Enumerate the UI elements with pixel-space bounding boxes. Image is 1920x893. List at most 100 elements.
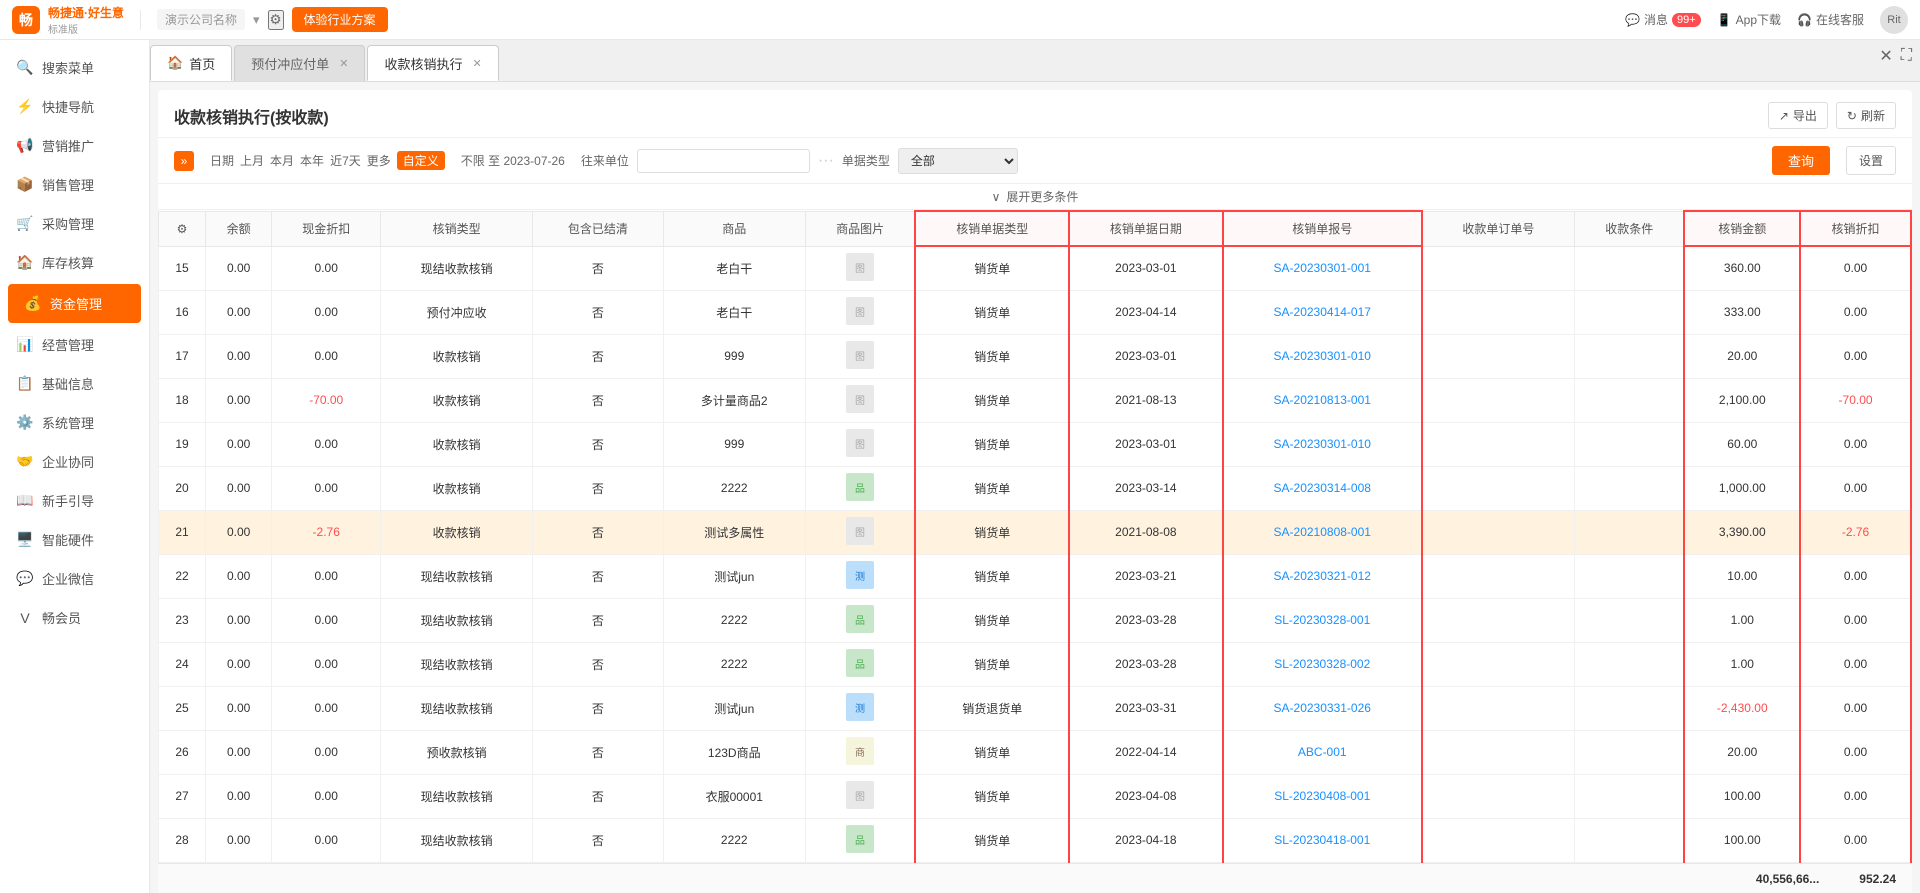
- sidebar-icon-3: 📦: [16, 176, 34, 193]
- cell-bill-report-no[interactable]: SA-20230301-010: [1223, 422, 1422, 466]
- query-btn[interactable]: 查询: [1772, 146, 1830, 175]
- tab-prepay[interactable]: 预付冲应付单 ✕: [234, 45, 365, 81]
- bill-no-link[interactable]: SA-20230301-010: [1274, 349, 1371, 363]
- cell-bill-report-no[interactable]: SA-20230301-001: [1223, 246, 1422, 290]
- date-this-year[interactable]: 本年: [300, 152, 324, 169]
- user-avatar[interactable]: Rit: [1880, 6, 1908, 34]
- date-more[interactable]: 更多: [367, 152, 391, 169]
- sidebar-item-9[interactable]: ⚙️系统管理: [0, 403, 149, 442]
- date-this-month[interactable]: 本月: [270, 152, 294, 169]
- table-row[interactable]: 25 0.00 0.00 现结收款核销 否 测试jun 测 销货退货单 2023…: [159, 686, 1912, 730]
- cell-bill-report-no[interactable]: SA-20210813-001: [1223, 378, 1422, 422]
- settings-gear-icon[interactable]: ⚙: [268, 10, 284, 30]
- table-row[interactable]: 15 0.00 0.00 现结收款核销 否 老白干 图 销货单 2023-03-…: [159, 246, 1912, 290]
- cell-bill-report-date: 2021-08-08: [1069, 510, 1223, 554]
- bill-no-link[interactable]: SA-20230321-012: [1274, 569, 1371, 583]
- filter-dots[interactable]: ···: [818, 152, 834, 170]
- table-row[interactable]: 17 0.00 0.00 收款核销 否 999 图 销货单 2023-03-01…: [159, 334, 1912, 378]
- maximize-btn[interactable]: ⛶: [1901, 46, 1912, 66]
- expand-more-conditions[interactable]: ∨ 展开更多条件: [158, 184, 1912, 210]
- sidebar-item-7[interactable]: 📊经营管理: [0, 325, 149, 364]
- cell-bill-report-no[interactable]: SA-20230331-026: [1223, 686, 1422, 730]
- date-7days[interactable]: 近7天: [330, 152, 361, 169]
- table-row[interactable]: 16 0.00 0.00 预付冲应收 否 老白干 图 销货单 2023-04-1…: [159, 290, 1912, 334]
- bill-no-link[interactable]: SL-20230408-001: [1274, 789, 1370, 803]
- header-row: ⚙ 余额 现金折扣 核销类型 包含已结清 商品 商品图片 核销单据类型 核销单据…: [159, 211, 1912, 246]
- tab-prepay-close[interactable]: ✕: [339, 57, 348, 70]
- bill-no-link[interactable]: SA-20210808-001: [1274, 525, 1371, 539]
- table-row[interactable]: 24 0.00 0.00 现结收款核销 否 2222 品 销货单 2023-03…: [159, 642, 1912, 686]
- table-row[interactable]: 27 0.00 0.00 现结收款核销 否 衣服00001 图 销货单 2023…: [159, 774, 1912, 818]
- table-row[interactable]: 26 0.00 0.00 预收款核销 否 123D商品 商 销货单 2022-0…: [159, 730, 1912, 774]
- table-row[interactable]: 22 0.00 0.00 现结收款核销 否 测试jun 测 销货单 2023-0…: [159, 554, 1912, 598]
- partner-input[interactable]: [637, 149, 810, 173]
- sidebar-item-10[interactable]: 🤝企业协同: [0, 442, 149, 481]
- sidebar-item-14[interactable]: V畅会员: [0, 598, 149, 637]
- export-btn[interactable]: ↗ 导出: [1768, 102, 1828, 129]
- sidebar-item-4[interactable]: 🛒采购管理: [0, 204, 149, 243]
- bill-no-link[interactable]: SA-20230331-026: [1274, 701, 1371, 715]
- bill-no-link[interactable]: SL-20230328-002: [1274, 657, 1370, 671]
- filter-expand-btn[interactable]: »: [174, 151, 194, 171]
- trial-btn[interactable]: 体验行业方案: [292, 7, 388, 32]
- sidebar-item-6[interactable]: 💰资金管理: [8, 284, 141, 323]
- cell-bill-report-no[interactable]: SL-20230418-001: [1223, 818, 1422, 862]
- cell-bill-report-no[interactable]: SA-20230301-010: [1223, 334, 1422, 378]
- col-gear[interactable]: ⚙: [159, 211, 206, 246]
- sidebar-item-11[interactable]: 📖新手引导: [0, 481, 149, 520]
- cell-goods-image: 品: [805, 466, 915, 510]
- sidebar-item-12[interactable]: 🖥️智能硬件: [0, 520, 149, 559]
- sidebar-item-8[interactable]: 📋基础信息: [0, 364, 149, 403]
- sidebar-item-2[interactable]: 📢营销推广: [0, 126, 149, 165]
- date-last-month[interactable]: 上月: [240, 152, 264, 169]
- bill-no-link[interactable]: SA-20210813-001: [1274, 393, 1371, 407]
- sidebar-item-3[interactable]: 📦销售管理: [0, 165, 149, 204]
- cell-bill-report-no[interactable]: SA-20210808-001: [1223, 510, 1422, 554]
- cell-bill-report-no[interactable]: SL-20230328-002: [1223, 642, 1422, 686]
- table-row[interactable]: 20 0.00 0.00 收款核销 否 2222 品 销货单 2023-03-1…: [159, 466, 1912, 510]
- table-row[interactable]: 19 0.00 0.00 收款核销 否 999 图 销货单 2023-03-01…: [159, 422, 1912, 466]
- cell-goods-image: 测: [805, 686, 915, 730]
- tab-writeoff[interactable]: 收款核销执行 ✕: [367, 45, 498, 81]
- table-row[interactable]: 28 0.00 0.00 现结收款核销 否 2222 品 销货单 2023-04…: [159, 818, 1912, 862]
- cell-bill-report-no[interactable]: SA-20230321-012: [1223, 554, 1422, 598]
- message-btn[interactable]: 💬 消息 99+: [1625, 11, 1701, 28]
- bill-no-link[interactable]: ABC-001: [1298, 745, 1347, 759]
- app-logo-icon: 畅: [12, 6, 40, 34]
- table-row[interactable]: 23 0.00 0.00 现结收款核销 否 2222 品 销货单 2023-03…: [159, 598, 1912, 642]
- online-service-btn[interactable]: 🎧 在线客服: [1797, 11, 1864, 28]
- bill-no-link[interactable]: SL-20230328-001: [1274, 613, 1370, 627]
- filter-settings-btn[interactable]: 设置: [1846, 146, 1896, 175]
- bill-no-link[interactable]: SA-20230301-001: [1274, 261, 1371, 275]
- tab-writeoff-close[interactable]: ✕: [472, 57, 481, 70]
- cell-bill-report-no[interactable]: SA-20230414-017: [1223, 290, 1422, 334]
- sidebar-item-5[interactable]: 🏠库存核算: [0, 243, 149, 282]
- bill-type-select[interactable]: 全部: [898, 148, 1018, 174]
- bill-no-link[interactable]: SA-20230414-017: [1274, 305, 1371, 319]
- sidebar-item-13[interactable]: 💬企业微信: [0, 559, 149, 598]
- cell-bill-report-no[interactable]: SA-20230314-008: [1223, 466, 1422, 510]
- dropdown-icon[interactable]: ▾: [253, 12, 260, 28]
- cell-receipt-order-no: [1422, 290, 1575, 334]
- table-header: ⚙ 余额 现金折扣 核销类型 包含已结清 商品 商品图片 核销单据类型 核销单据…: [159, 211, 1912, 246]
- sidebar-item-0[interactable]: 🔍搜索菜单: [0, 48, 149, 87]
- cell-writeoff-type: 现结收款核销: [381, 554, 533, 598]
- cell-bill-report-date: 2023-03-28: [1069, 642, 1223, 686]
- bill-no-link[interactable]: SL-20230418-001: [1274, 833, 1370, 847]
- table-row[interactable]: 18 0.00 -70.00 收款核销 否 多计量商品2 图 销货单 2021-…: [159, 378, 1912, 422]
- sidebar-item-1[interactable]: ⚡快捷导航: [0, 87, 149, 126]
- close-tab-btn[interactable]: ✕: [1879, 46, 1892, 66]
- cell-bill-report-no[interactable]: SL-20230328-001: [1223, 598, 1422, 642]
- bill-no-link[interactable]: SA-20230301-010: [1274, 437, 1371, 451]
- sidebar-items: 🔍搜索菜单⚡快捷导航📢营销推广📦销售管理🛒采购管理🏠库存核算💰资金管理📊经营管理…: [0, 48, 149, 637]
- app-download-btn[interactable]: 📱 App下载: [1717, 11, 1781, 28]
- home-icon: 🏠: [167, 55, 183, 71]
- tab-home[interactable]: 🏠 首页: [150, 45, 232, 81]
- date-custom[interactable]: 自定义: [397, 151, 445, 170]
- refresh-btn[interactable]: ↻ 刷新: [1836, 102, 1896, 129]
- bill-no-link[interactable]: SA-20230314-008: [1274, 481, 1371, 495]
- company-name[interactable]: 演示公司名称: [157, 9, 245, 30]
- table-row[interactable]: 21 0.00 -2.76 收款核销 否 测试多属性 图 销货单 2021-08…: [159, 510, 1912, 554]
- cell-bill-report-no[interactable]: SL-20230408-001: [1223, 774, 1422, 818]
- cell-bill-report-no[interactable]: ABC-001: [1223, 730, 1422, 774]
